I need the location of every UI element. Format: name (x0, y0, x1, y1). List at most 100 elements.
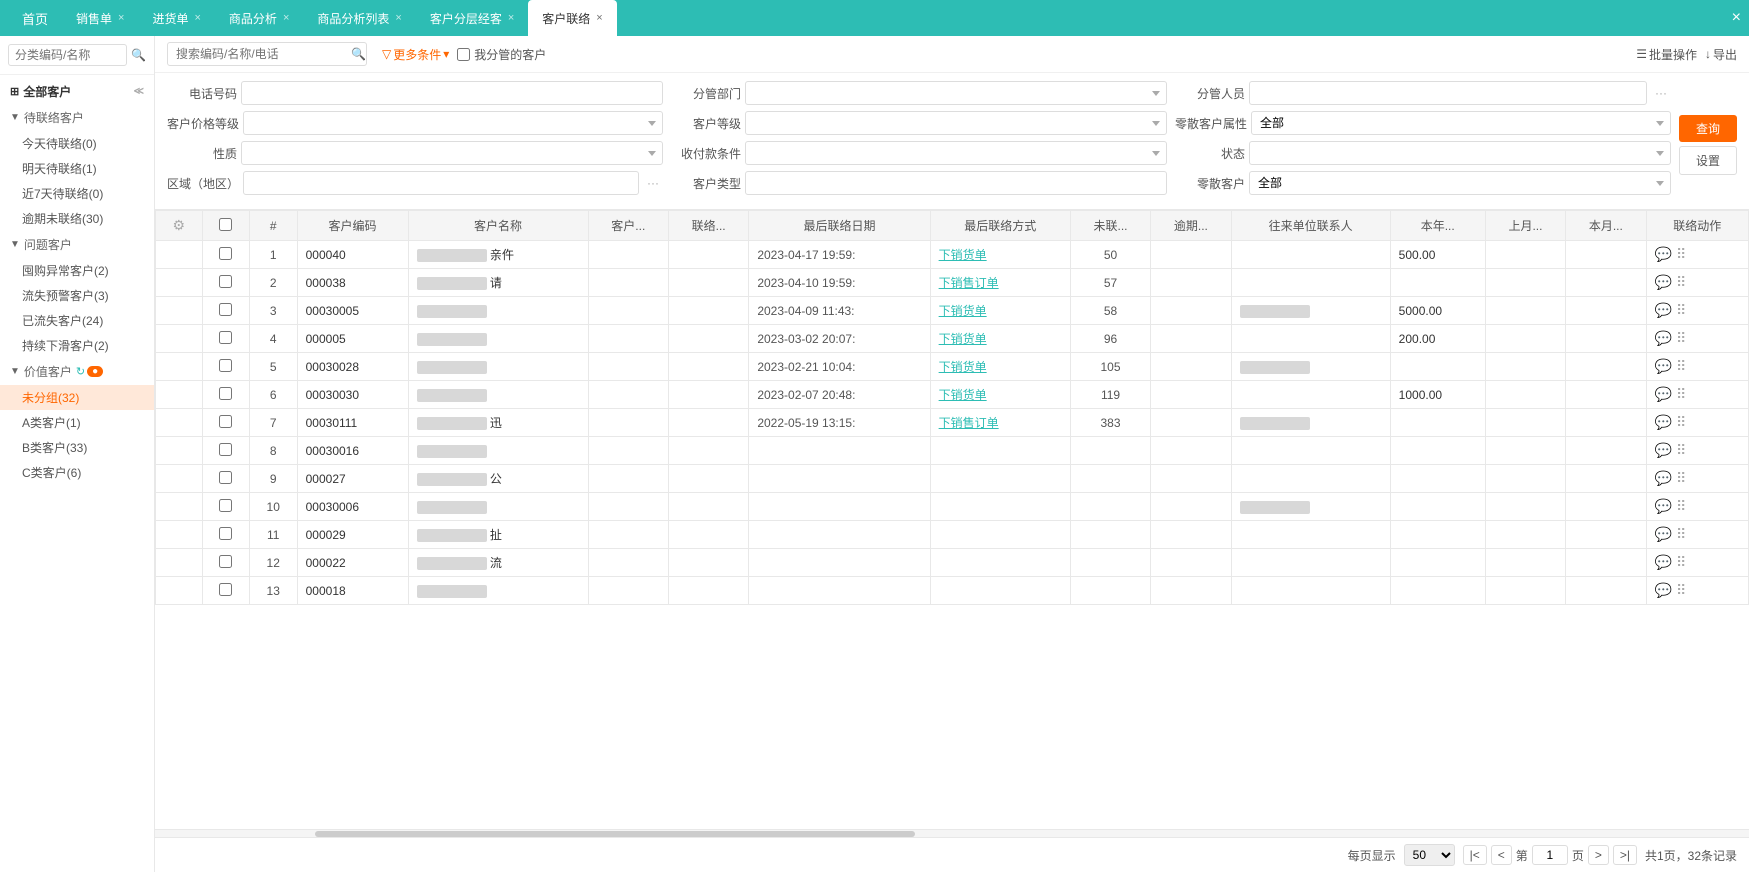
sidebar-item-7days[interactable]: 近7天待联络(0) (0, 181, 154, 206)
chat-icon[interactable]: 💬 (1655, 498, 1672, 515)
row-select-checkbox[interactable] (219, 331, 232, 344)
chat-icon[interactable]: 💬 (1655, 582, 1672, 599)
chat-icon[interactable]: 💬 (1655, 330, 1672, 347)
filter-nature-select[interactable] (241, 141, 663, 165)
row-checkbox[interactable] (202, 353, 249, 381)
chat-icon[interactable]: 💬 (1655, 526, 1672, 543)
row-select-checkbox[interactable] (219, 387, 232, 400)
row-checkbox[interactable] (202, 241, 249, 269)
tab-customer-layer-close[interactable]: × (508, 12, 514, 24)
reset-button[interactable]: 设置 (1679, 146, 1737, 175)
last-page-btn[interactable]: >| (1613, 845, 1637, 865)
row-select-checkbox[interactable] (219, 359, 232, 372)
row-last-method[interactable]: 下销货单 (930, 325, 1070, 353)
tab-analysis[interactable]: 商品分析 × (215, 0, 303, 36)
row-select-checkbox[interactable] (219, 303, 232, 316)
more-icon[interactable]: ⠿ (1676, 498, 1686, 515)
more-icon[interactable]: ⠿ (1676, 358, 1686, 375)
sidebar-group-problem-header[interactable]: ▼ 问题客户 (0, 231, 154, 258)
row-select-checkbox[interactable] (219, 443, 232, 456)
tab-customer-layer[interactable]: 客户分层经客 × (416, 0, 528, 36)
last-method-link[interactable]: 下销货单 (939, 388, 987, 402)
row-select-checkbox[interactable] (219, 415, 232, 428)
tab-analysis-close[interactable]: × (283, 12, 289, 24)
last-method-link[interactable]: 下销售订单 (939, 416, 999, 430)
sidebar-item-unclassified[interactable]: 未分组(32) (0, 385, 154, 410)
row-last-method[interactable] (930, 493, 1070, 521)
row-select-checkbox[interactable] (219, 247, 232, 260)
tab-purchase-close[interactable]: × (194, 12, 200, 24)
more-icon[interactable]: ⠿ (1676, 386, 1686, 403)
row-last-method[interactable]: 下销货单 (930, 241, 1070, 269)
row-last-method[interactable]: 下销售订单 (930, 409, 1070, 437)
filter-price-level-select[interactable] (243, 111, 663, 135)
sidebar-item-today[interactable]: 今天待联络(0) (0, 131, 154, 156)
last-method-link[interactable]: 下销货单 (939, 304, 987, 318)
row-checkbox[interactable] (202, 493, 249, 521)
search-input[interactable] (167, 42, 367, 66)
row-last-method[interactable]: 下销售订单 (930, 269, 1070, 297)
row-checkbox[interactable] (202, 549, 249, 577)
row-checkbox[interactable] (202, 409, 249, 437)
chat-icon[interactable]: 💬 (1655, 302, 1672, 319)
row-last-method[interactable]: 下销货单 (930, 353, 1070, 381)
gear-icon[interactable]: ⚙ (173, 217, 186, 233)
row-checkbox[interactable] (202, 465, 249, 493)
filter-region-input[interactable] (243, 171, 639, 195)
sidebar-item-overdue[interactable]: 逾期未联络(30) (0, 206, 154, 231)
row-last-method[interactable] (930, 577, 1070, 605)
row-checkbox[interactable] (202, 269, 249, 297)
filter-customer-type-input[interactable] (745, 171, 1167, 195)
my-customers-checkbox[interactable] (457, 48, 470, 61)
more-icon[interactable]: ⠿ (1676, 442, 1686, 459)
row-select-checkbox[interactable] (219, 583, 232, 596)
sidebar-all-customers[interactable]: ⊞ 全部客户 ≪ (0, 75, 154, 104)
more-icon[interactable]: ⠿ (1676, 274, 1686, 291)
export-btn[interactable]: ↓ 导出 (1705, 46, 1737, 63)
sidebar-item-declining[interactable]: 持续下滑客户(2) (0, 333, 154, 358)
sidebar-search-icon[interactable]: 🔍 (131, 48, 146, 62)
row-last-method[interactable]: 下销货单 (930, 381, 1070, 409)
row-checkbox[interactable] (202, 437, 249, 465)
next-page-btn[interactable]: > (1588, 845, 1609, 865)
sidebar-item-b-class[interactable]: B类客户(33) (0, 435, 154, 460)
chat-icon[interactable]: 💬 (1655, 442, 1672, 459)
col-gear[interactable]: ⚙ (156, 211, 203, 241)
more-icon[interactable]: ⠿ (1676, 470, 1686, 487)
row-checkbox[interactable] (202, 297, 249, 325)
sidebar-item-abnormal[interactable]: 囤购异常客户(2) (0, 258, 154, 283)
more-icon[interactable]: ⠿ (1676, 414, 1686, 431)
search-icon[interactable]: 🔍 (351, 47, 374, 61)
row-select-checkbox[interactable] (219, 555, 232, 568)
per-page-select[interactable]: 50 100 (1404, 844, 1455, 866)
tab-customer-contact-close[interactable]: × (596, 12, 602, 24)
tab-analysis-list-close[interactable]: × (395, 12, 401, 24)
row-checkbox[interactable] (202, 577, 249, 605)
batch-op-btn[interactable]: ☰ 批量操作 (1636, 46, 1697, 63)
sidebar-collapse-icon[interactable]: ≪ (134, 86, 144, 97)
chat-icon[interactable]: 💬 (1655, 358, 1672, 375)
close-all-tabs[interactable]: × (1732, 9, 1741, 27)
filter-phone-input[interactable] (241, 81, 663, 105)
row-select-checkbox[interactable] (219, 499, 232, 512)
sidebar-item-tomorrow[interactable]: 明天待联络(1) (0, 156, 154, 181)
prev-page-btn[interactable]: < (1491, 845, 1512, 865)
filter-person-dots[interactable]: ··· (1651, 86, 1671, 100)
filter-retail-attr-select[interactable]: 全部 (1251, 111, 1671, 135)
last-method-link[interactable]: 下销货单 (939, 360, 987, 374)
row-last-method[interactable] (930, 465, 1070, 493)
filter-person-input[interactable] (1249, 81, 1647, 105)
filter-status-select[interactable] (1249, 141, 1671, 165)
filter-customer-level-select[interactable] (745, 111, 1167, 135)
row-checkbox[interactable] (202, 381, 249, 409)
row-select-checkbox[interactable] (219, 471, 232, 484)
tab-sales-close[interactable]: × (118, 12, 124, 24)
row-checkbox[interactable] (202, 325, 249, 353)
more-icon[interactable]: ⠿ (1676, 302, 1686, 319)
row-last-method[interactable]: 下销货单 (930, 297, 1070, 325)
tab-customer-contact[interactable]: 客户联络 × (528, 0, 616, 36)
horizontal-scrollbar[interactable] (155, 829, 1749, 837)
sidebar-item-lost[interactable]: 已流失客户(24) (0, 308, 154, 333)
page-input[interactable] (1532, 845, 1568, 865)
row-last-method[interactable] (930, 521, 1070, 549)
